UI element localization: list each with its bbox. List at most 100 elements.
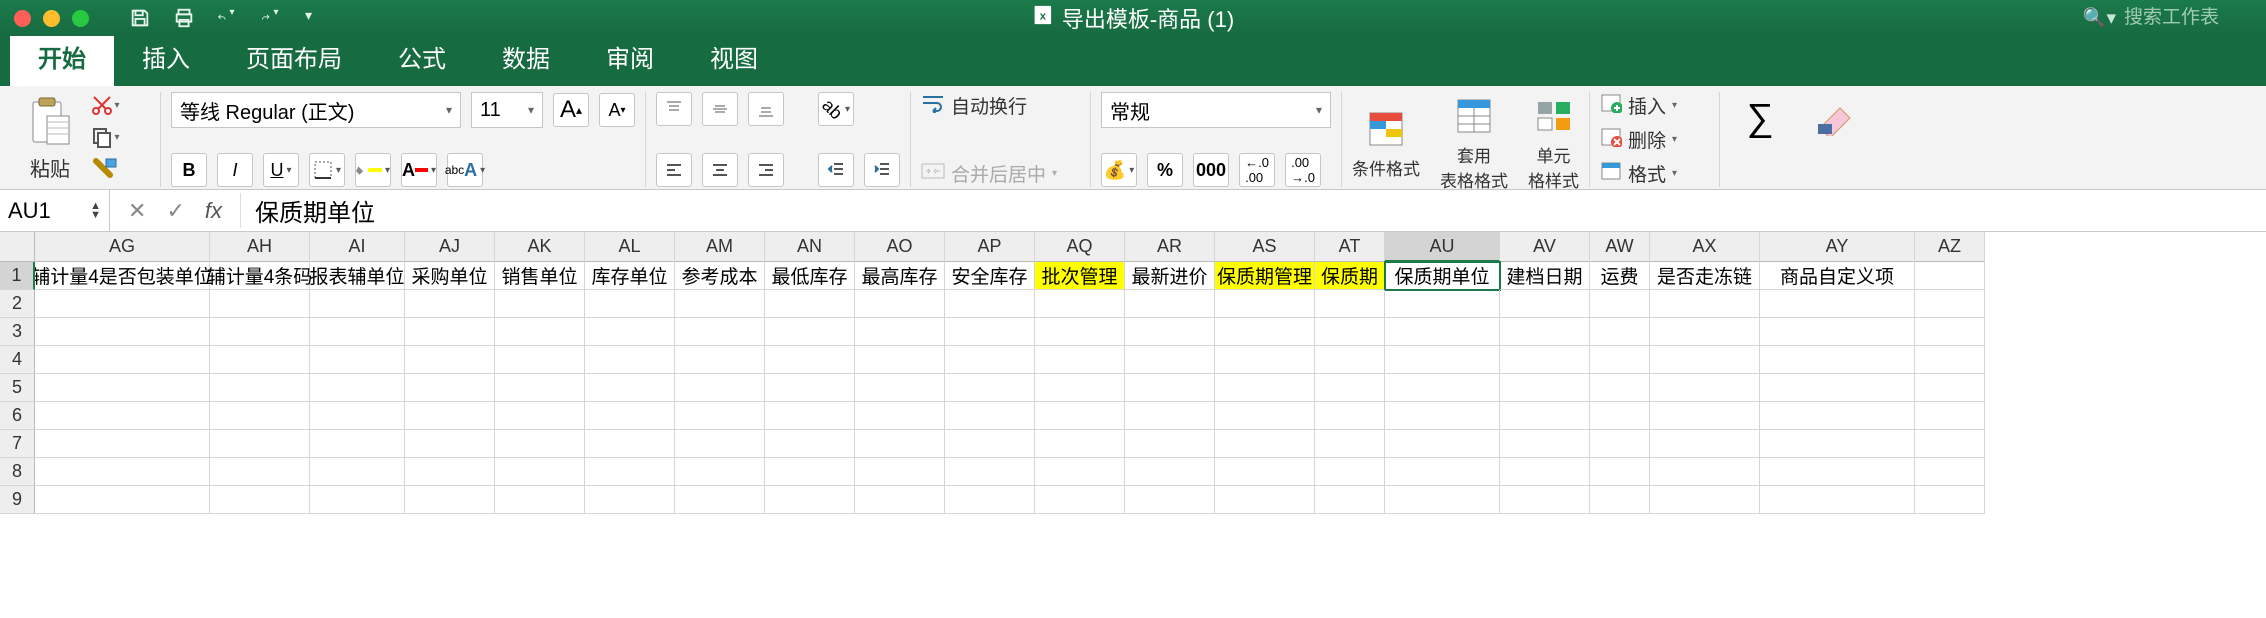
cell[interactable]: 批次管理 [1035,262,1125,290]
cell[interactable] [495,402,585,430]
minimize-window-button[interactable] [43,10,60,27]
cell[interactable] [1125,458,1215,486]
cell[interactable] [1500,374,1590,402]
cell[interactable] [585,458,675,486]
cell[interactable] [1500,290,1590,318]
cell[interactable] [585,290,675,318]
insert-cells-button[interactable]: 插入▾ [1600,92,1709,119]
cell[interactable] [210,430,310,458]
cell[interactable] [1500,430,1590,458]
tab-review[interactable]: 审阅 [578,29,682,86]
cell[interactable] [675,486,765,514]
cell[interactable] [1125,374,1215,402]
merge-center-button[interactable]: 合并后居中 ▾ [921,160,1080,187]
cell[interactable]: 保质期单位 [1385,262,1500,290]
cut-button[interactable]: ▾ [90,92,120,118]
underline-button[interactable]: U [263,153,299,187]
cell[interactable] [945,290,1035,318]
cell[interactable] [495,430,585,458]
cell[interactable] [35,458,210,486]
tab-home[interactable]: 开始 [10,29,114,86]
row-header[interactable]: 6 [0,402,35,430]
cell[interactable] [1590,430,1650,458]
cell[interactable] [1915,290,1985,318]
row-header[interactable]: 1 [0,262,35,290]
column-header[interactable]: AR [1125,232,1215,262]
cell[interactable] [210,486,310,514]
cell[interactable]: 最高库存 [855,262,945,290]
cell[interactable] [310,402,405,430]
cell[interactable] [1215,374,1315,402]
cell[interactable] [35,486,210,514]
cell[interactable] [35,290,210,318]
cell[interactable] [855,402,945,430]
cell[interactable] [1590,402,1650,430]
cell[interactable]: 采购单位 [405,262,495,290]
column-header[interactable]: AU [1385,232,1500,262]
cell[interactable] [405,374,495,402]
zoom-window-button[interactable] [72,10,89,27]
align-top-button[interactable] [656,92,692,126]
cell[interactable] [405,290,495,318]
cell[interactable] [765,318,855,346]
cell[interactable] [310,318,405,346]
cell[interactable] [495,346,585,374]
cell[interactable] [35,346,210,374]
cell[interactable] [1315,318,1385,346]
autosum-button[interactable]: ∑ [1730,92,1790,144]
cell[interactable] [585,318,675,346]
cell[interactable] [210,346,310,374]
cell[interactable] [675,402,765,430]
column-header[interactable]: AP [945,232,1035,262]
percent-button[interactable]: % [1147,153,1183,187]
column-header[interactable]: AG [35,232,210,262]
cell[interactable] [1590,486,1650,514]
cell[interactable] [945,318,1035,346]
column-header[interactable]: AT [1315,232,1385,262]
phonetic-button[interactable]: abcA [447,153,483,187]
row-header[interactable]: 4 [0,346,35,374]
cell[interactable] [1590,318,1650,346]
column-header[interactable]: AN [765,232,855,262]
cell[interactable] [405,430,495,458]
cell[interactable]: 最低库存 [765,262,855,290]
column-header[interactable]: AZ [1915,232,1985,262]
align-bottom-button[interactable] [748,92,784,126]
cell[interactable] [1760,318,1915,346]
save-icon[interactable] [129,7,151,29]
cell[interactable] [855,290,945,318]
align-right-button[interactable] [748,153,784,187]
cell[interactable] [765,290,855,318]
cell[interactable] [855,430,945,458]
cell[interactable] [1760,346,1915,374]
row-header[interactable]: 5 [0,374,35,402]
cell[interactable] [495,290,585,318]
font-size-combo[interactable]: 11▾ [471,92,543,128]
row-header[interactable]: 2 [0,290,35,318]
cell[interactable]: 是否走冻链 [1650,262,1760,290]
cell[interactable]: 保质期 [1315,262,1385,290]
cell[interactable] [1590,374,1650,402]
cell[interactable] [585,486,675,514]
decrease-font-button[interactable]: A▾ [599,93,635,127]
cell[interactable]: 辅计量4条码 [210,262,310,290]
cell[interactable]: 辅计量4是否包装单位 [35,262,210,290]
cell[interactable] [1125,486,1215,514]
column-header[interactable]: AQ [1035,232,1125,262]
close-window-button[interactable] [14,10,31,27]
cell[interactable] [945,346,1035,374]
cell[interactable] [585,346,675,374]
cell[interactable] [35,374,210,402]
cell[interactable] [1385,290,1500,318]
cell[interactable] [1215,430,1315,458]
cell[interactable] [765,458,855,486]
cell[interactable] [1500,458,1590,486]
cell[interactable] [675,290,765,318]
number-format-combo[interactable]: 常规▾ [1101,92,1331,128]
conditional-format-button[interactable]: 条件格式 [1352,105,1420,180]
cell[interactable] [405,458,495,486]
cell[interactable] [1215,346,1315,374]
cell[interactable] [35,430,210,458]
cell[interactable] [1915,318,1985,346]
cell[interactable] [35,318,210,346]
